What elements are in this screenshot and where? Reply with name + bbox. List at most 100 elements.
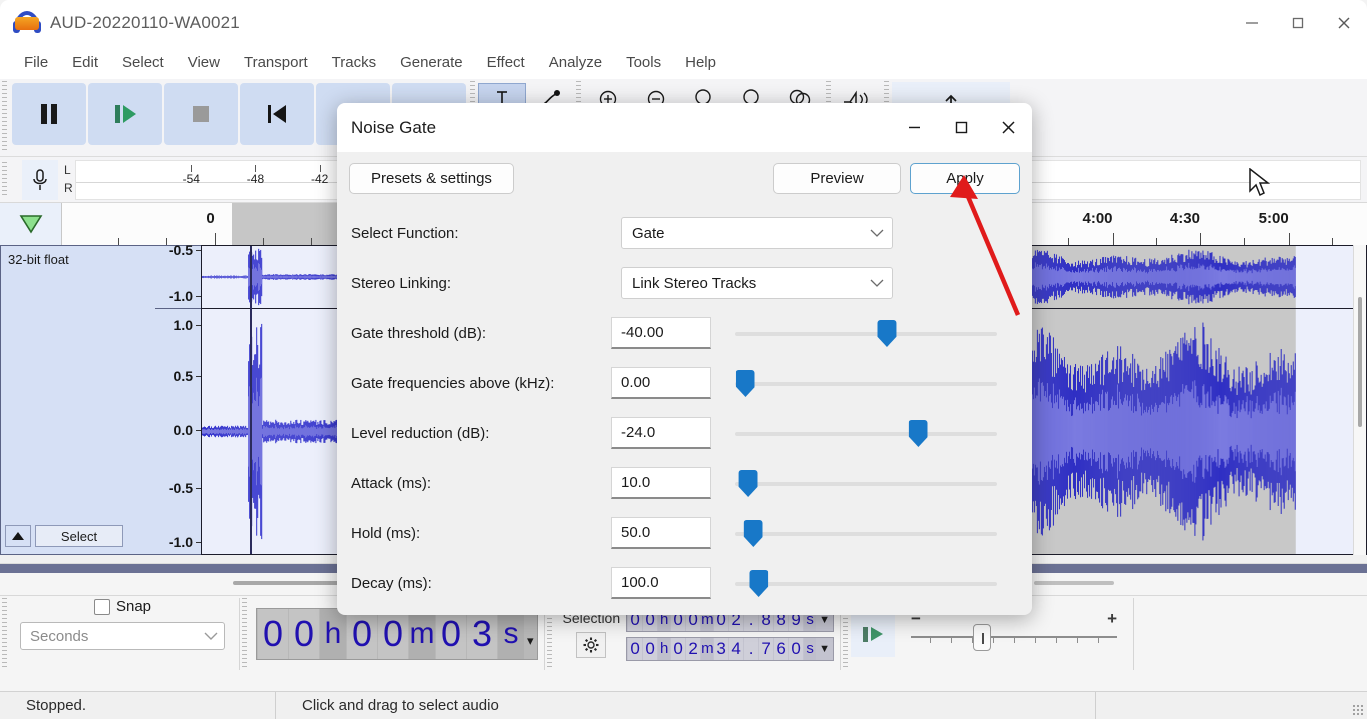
menu-generate[interactable]: Generate — [388, 51, 475, 74]
vertical-scrollbar[interactable] — [1353, 245, 1366, 555]
snap-unit-dropdown[interactable]: Seconds — [20, 622, 225, 650]
gate-threshold-slider-thumb[interactable] — [877, 320, 897, 347]
gate-frequencies-above-slider[interactable] — [735, 367, 997, 399]
stereo-linking-dropdown[interactable]: Link Stereo Tracks — [621, 267, 893, 299]
gear-icon[interactable] — [576, 632, 607, 658]
stop-button[interactable] — [164, 83, 238, 145]
level-reduction-input[interactable]: -24.0 — [611, 417, 711, 449]
tc-char: 0 — [378, 609, 408, 659]
tc-char: 4 — [729, 637, 744, 660]
snap-toolbar: Snap Seconds — [10, 598, 240, 670]
hold-input[interactable]: 50.0 — [611, 517, 711, 549]
attack-input[interactable]: 10.0 — [611, 467, 711, 499]
pause-button[interactable] — [12, 83, 86, 145]
menu-help[interactable]: Help — [673, 51, 728, 74]
field-label: Decay (ms): — [351, 574, 432, 592]
snap-checkbox-row[interactable]: Snap — [93, 598, 152, 615]
meter-tick-label: -48 — [246, 171, 265, 186]
tc-char: 7 — [759, 637, 774, 660]
close-icon[interactable] — [1321, 0, 1367, 46]
audacity-window: AUD-20220110-WA0021 File Edit Select Vie… — [0, 0, 1367, 719]
tc-char: 0 — [258, 609, 288, 659]
selection-end-dropdown-arrow[interactable]: ▼ — [817, 643, 832, 655]
play-button[interactable] — [88, 83, 162, 145]
tc-char: s — [498, 609, 524, 659]
tc-char: 0 — [671, 637, 686, 660]
decay-input[interactable]: 100.0 — [611, 567, 711, 599]
meter-channel-right: R — [64, 180, 73, 195]
audio-position-dropdown-arrow[interactable]: ▾ — [525, 633, 536, 649]
field-label: Hold (ms): — [351, 524, 421, 542]
title-bar: AUD-20220110-WA0021 — [0, 0, 1367, 46]
menu-tracks[interactable]: Tracks — [320, 51, 388, 74]
snap-label: Snap — [115, 598, 152, 615]
dialog-title: Noise Gate — [351, 117, 437, 137]
audio-position-field[interactable]: 0 0 h 0 0 m 0 3 s ▾ — [256, 608, 538, 660]
status-text: Stopped. — [0, 691, 276, 719]
tc-char: 0 — [436, 609, 466, 659]
track-control-panel[interactable]: 32-bit float Select — [0, 245, 155, 555]
collapse-up-icon[interactable] — [5, 525, 31, 547]
level-reduction-slider[interactable] — [735, 417, 997, 449]
status-bar: Stopped. Click and drag to select audio — [0, 691, 1367, 719]
decay-slider[interactable] — [735, 567, 997, 599]
apply-button[interactable]: Apply — [910, 162, 1020, 194]
mouse-pointer-icon — [1249, 168, 1270, 197]
menu-tools[interactable]: Tools — [614, 51, 673, 74]
maximize-icon[interactable] — [938, 103, 985, 152]
select-function-value: Gate — [632, 224, 665, 242]
meter-toolbar-grip[interactable] — [0, 161, 10, 198]
hold-slider-thumb[interactable] — [743, 520, 763, 547]
meter-channel-left: L — [64, 163, 71, 178]
snap-checkbox[interactable] — [93, 598, 110, 615]
gate-frequencies-above-slider-thumb[interactable] — [735, 370, 755, 397]
microphone-icon[interactable] — [22, 159, 58, 200]
ruler-label: 0 — [206, 210, 215, 227]
menu-analyze[interactable]: Analyze — [537, 51, 614, 74]
level-reduction-slider-thumb[interactable] — [908, 420, 928, 447]
track-select-row: Select — [5, 525, 123, 547]
play-speed-slider[interactable]: − + — [909, 609, 1119, 657]
transport-toolbar-grip[interactable] — [0, 81, 10, 153]
selection-end-field[interactable]: 0 0 h 0 2 m 3 4. 7 6 0 s ▼ — [626, 636, 835, 661]
tc-char: m — [409, 609, 435, 659]
decay-slider-thumb[interactable] — [749, 570, 769, 597]
play-speed-slider-thumb[interactable] — [973, 624, 992, 651]
track-select-button[interactable]: Select — [35, 525, 123, 547]
select-function-dropdown[interactable]: Gate — [621, 217, 893, 249]
gate-threshold-slider[interactable] — [735, 317, 997, 349]
close-icon[interactable] — [985, 103, 1032, 152]
menu-view[interactable]: View — [176, 51, 232, 74]
maximize-icon[interactable] — [1275, 0, 1321, 46]
menu-file[interactable]: File — [12, 51, 60, 74]
presets-and-settings-button[interactable]: Presets & settings — [349, 162, 514, 194]
hold-slider[interactable] — [735, 517, 997, 549]
snap-toolbar-grip[interactable] — [0, 598, 10, 670]
time-toolbar-grip[interactable] — [240, 598, 250, 670]
attack-slider[interactable] — [735, 467, 997, 499]
menu-edit[interactable]: Edit — [60, 51, 110, 74]
ruler-label: 4:30 — [1169, 210, 1200, 227]
dialog-toolbar: Presets & settings Preview Apply — [337, 152, 1032, 204]
attack-slider-thumb[interactable] — [738, 470, 758, 497]
field-label: Gate threshold (dB): — [351, 324, 487, 342]
play-at-speed-icon[interactable] — [851, 611, 896, 657]
minimize-icon[interactable] — [891, 103, 938, 152]
menu-effect[interactable]: Effect — [475, 51, 537, 74]
minimize-icon[interactable] — [1229, 0, 1275, 46]
tc-char: m — [701, 637, 714, 660]
pinned-play-head-icon[interactable] — [0, 203, 62, 245]
menu-bar: File Edit Select View Transport Tracks G… — [0, 46, 1367, 79]
skip-to-start-button[interactable] — [240, 83, 314, 145]
gate-frequencies-above-input[interactable]: 0.00 — [611, 367, 711, 399]
gate-threshold-input[interactable]: -40.00 — [611, 317, 711, 349]
menu-transport[interactable]: Transport — [232, 51, 320, 74]
preview-button[interactable]: Preview — [773, 162, 901, 194]
track-vertical-ruler[interactable]: -0.5 -1.0 1.0 0.5 0.0 -0.5 -1.0 — [155, 242, 201, 555]
field-label: Select Function: — [351, 224, 459, 242]
dialog-window-controls — [891, 103, 1032, 152]
selection-start-dropdown-arrow[interactable]: ▼ — [817, 614, 832, 626]
tc-char: 0 — [643, 637, 658, 660]
window-resizer[interactable] — [1352, 704, 1364, 716]
menu-select[interactable]: Select — [110, 51, 176, 74]
